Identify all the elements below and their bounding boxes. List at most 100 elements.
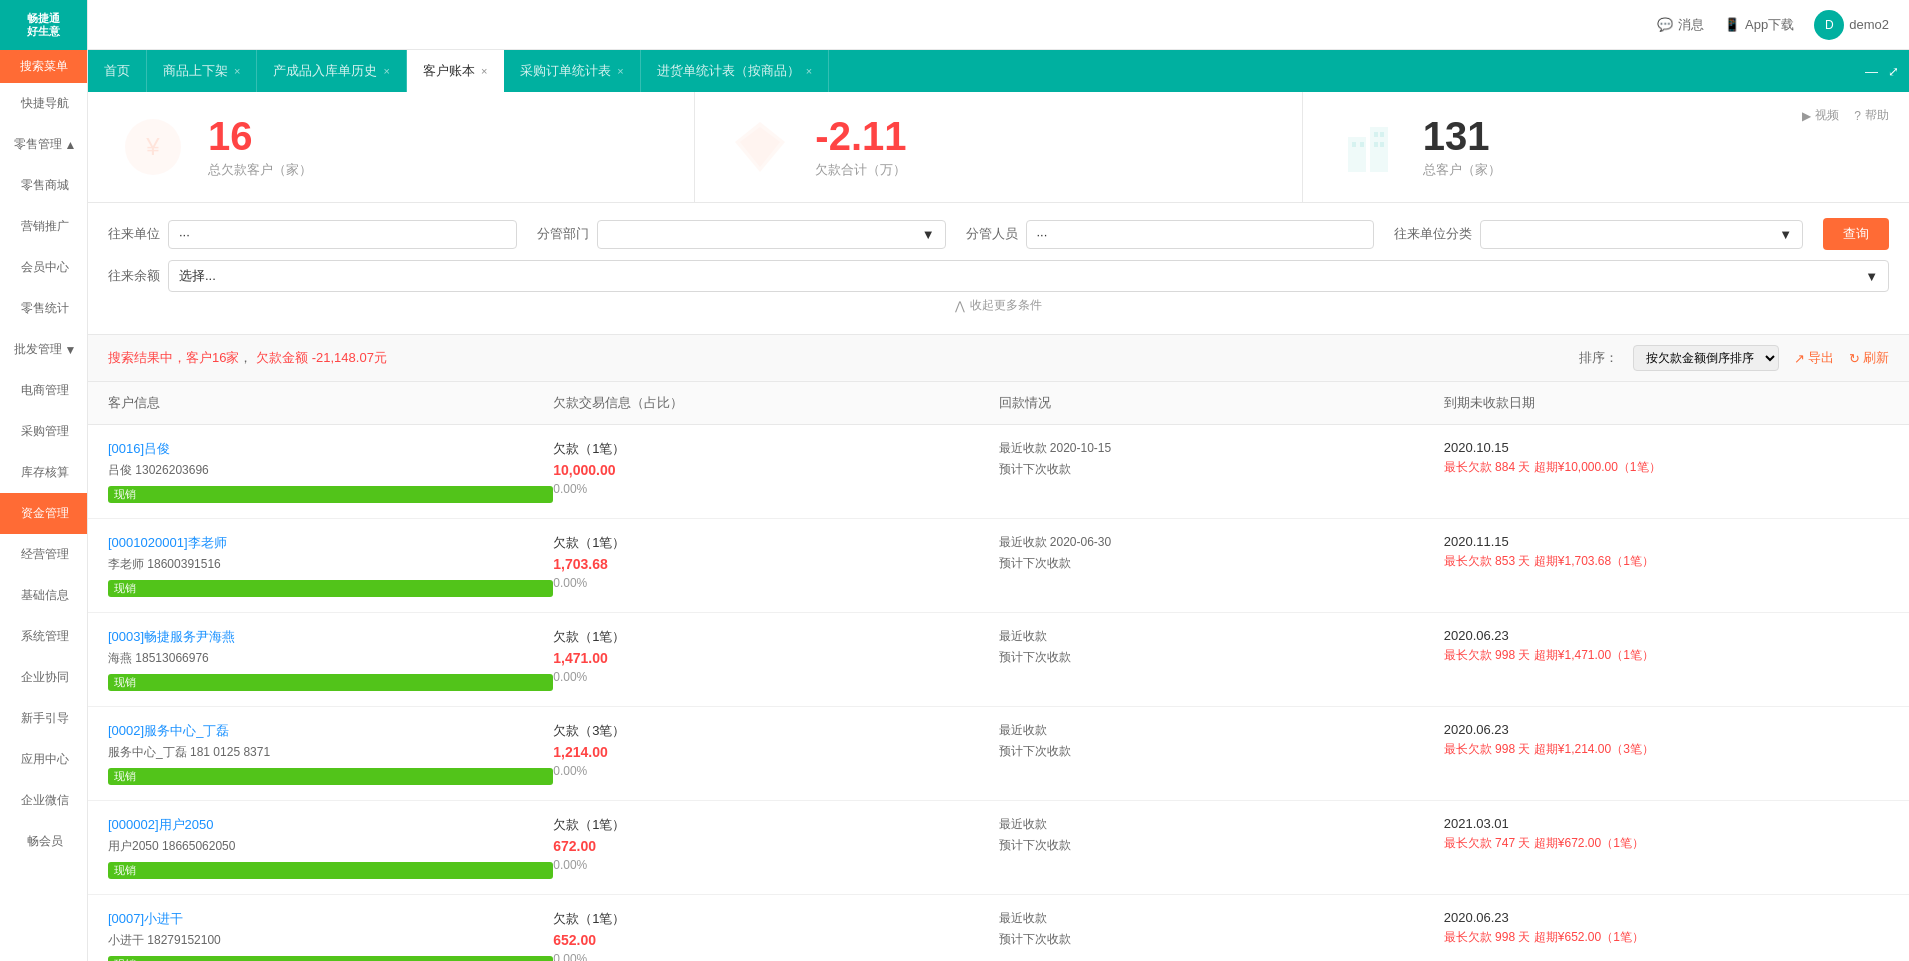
- sidebar-item-inventory[interactable]: 库存核算: [0, 452, 87, 493]
- results-actions: 排序： 按欠款金额倒序排序 ↗ 导出 ↻ 刷新: [1579, 345, 1889, 371]
- collection-last: 最近收款 2020-10-15: [999, 440, 1444, 457]
- sidebar-item-capital[interactable]: 资金管理: [0, 493, 87, 534]
- tab-products-online[interactable]: 商品上下架 ×: [147, 50, 257, 92]
- overdue-link[interactable]: 超期¥1,471.00（1笔）: [1534, 648, 1654, 662]
- collection-info-4: 最近收款 预计下次收款: [999, 816, 1444, 879]
- export-link[interactable]: ↗ 导出: [1794, 349, 1834, 367]
- sidebar-item-apps[interactable]: 应用中心: [0, 739, 87, 780]
- sidebar-item-newbie[interactable]: 新手引导: [0, 698, 87, 739]
- sidebar-item-wechat[interactable]: 企业微信: [0, 780, 87, 821]
- sidebar-item-ecommerce[interactable]: 电商管理: [0, 370, 87, 411]
- customer-name-link[interactable]: [0007]小进干: [108, 910, 553, 928]
- stat-label-debt-customers: 总欠款客户（家）: [208, 161, 312, 179]
- sidebar-item-retail-mall[interactable]: 零售商城: [0, 165, 87, 206]
- overdue-link[interactable]: 超期¥10,000.00（1笔）: [1534, 460, 1661, 474]
- customer-name-link[interactable]: [0002]服务中心_丁磊: [108, 722, 553, 740]
- stat-info-debt-customers: 16 总欠款客户（家）: [208, 116, 312, 179]
- chevron-down-icon: ▼: [65, 343, 77, 357]
- maximize-icon[interactable]: ⤢: [1888, 64, 1899, 79]
- customer-name-link[interactable]: [000002]用户2050: [108, 816, 553, 834]
- help-link[interactable]: ? 帮助: [1854, 107, 1889, 124]
- table-row: [0001020001]李老师 李老师 18600391516 现销 欠款（1笔…: [88, 519, 1909, 613]
- overdue-link[interactable]: 超期¥1,703.68（1笔）: [1534, 554, 1654, 568]
- tab-production-history[interactable]: 产成品入库单历史 ×: [257, 50, 406, 92]
- close-icon[interactable]: ×: [806, 65, 812, 77]
- tab-home[interactable]: 首页: [88, 50, 147, 92]
- sidebar-item-member[interactable]: 会员中心: [0, 247, 87, 288]
- stat-label-total-customers: 总客户（家）: [1423, 161, 1501, 179]
- tab-purchase-order[interactable]: 采购订单统计表 ×: [504, 50, 640, 92]
- category-label: 往来单位分类: [1394, 225, 1472, 243]
- filter-row-1: 往来单位 ··· 分管部门 ▼ 分管人员 ···: [108, 218, 1889, 250]
- debt-amount: 652.00: [553, 932, 998, 948]
- due-date: 2020.06.23: [1444, 628, 1889, 643]
- customer-name-link[interactable]: [0016]吕俊: [108, 440, 553, 458]
- sidebar: 畅捷通好生意 搜索菜单 快捷导航 零售管理 ▲ 零售商城 营销推广 会员中心 零…: [0, 0, 88, 961]
- overdue-link[interactable]: 超期¥672.00（1笔）: [1534, 836, 1644, 850]
- filter-category: 往来单位分类 ▼: [1394, 220, 1803, 249]
- app-download-action[interactable]: 📱 App下载: [1724, 16, 1794, 34]
- minimize-icon[interactable]: —: [1865, 64, 1878, 79]
- sidebar-item-label: 畅会员: [27, 834, 63, 848]
- export-label: 导出: [1808, 349, 1834, 367]
- sidebar-item-retail-stats[interactable]: 零售统计: [0, 288, 87, 329]
- person-input[interactable]: ···: [1026, 220, 1375, 249]
- due-overdue: 最长欠款 853 天 超期¥1,703.68（1笔）: [1444, 553, 1889, 570]
- overdue-link[interactable]: 超期¥652.00（1笔）: [1534, 930, 1644, 944]
- sidebar-item-basic-info[interactable]: 基础信息: [0, 575, 87, 616]
- user-menu[interactable]: D demo2: [1814, 10, 1889, 40]
- sidebar-item-retail-mgmt[interactable]: 零售管理 ▲: [0, 124, 87, 165]
- sidebar-item-quick-nav[interactable]: 快捷导航: [0, 83, 87, 124]
- close-icon[interactable]: ×: [617, 65, 623, 77]
- close-icon[interactable]: ×: [234, 65, 240, 77]
- sidebar-item-batch-mgmt[interactable]: 批发管理 ▼: [0, 329, 87, 370]
- sidebar-item-label: 采购管理: [21, 424, 69, 438]
- video-label: 视频: [1815, 107, 1839, 124]
- tab-label: 客户账本: [423, 62, 475, 80]
- customer-info-1: [0001020001]李老师 李老师 18600391516 现销: [108, 534, 553, 597]
- tab-customer-account[interactable]: 客户账本 ×: [407, 50, 504, 92]
- play-icon: ▶: [1802, 109, 1811, 123]
- debt-amount: 672.00: [553, 838, 998, 854]
- stat-card-total-customers: 131 总客户（家） ▶ 视频 ? 帮助: [1303, 92, 1909, 202]
- dept-select[interactable]: ▼: [597, 220, 946, 249]
- collapse-button[interactable]: ⋀ 收起更多条件: [108, 292, 1889, 319]
- due-overdue: 最长欠款 747 天 超期¥672.00（1笔）: [1444, 835, 1889, 852]
- debt-count: 欠款（1笔）: [553, 816, 998, 834]
- due-date: 2020.11.15: [1444, 534, 1889, 549]
- sidebar-item-label: 经营管理: [21, 547, 69, 561]
- debt-count: 欠款（1笔）: [553, 628, 998, 646]
- supplier-input[interactable]: ···: [168, 220, 517, 249]
- sidebar-item-label: 批发管理: [14, 341, 62, 358]
- refresh-link[interactable]: ↻ 刷新: [1849, 349, 1889, 367]
- category-select[interactable]: ▼: [1480, 220, 1803, 249]
- chevron-down-icon: ▼: [1865, 269, 1878, 284]
- collection-last: 最近收款: [999, 628, 1444, 645]
- tab-stock-summary[interactable]: 进货单统计表（按商品） ×: [641, 50, 829, 92]
- sidebar-item-marketing[interactable]: 营销推广: [0, 206, 87, 247]
- sort-select[interactable]: 按欠款金额倒序排序: [1633, 345, 1779, 371]
- close-icon[interactable]: ×: [481, 65, 487, 77]
- customer-name-link[interactable]: [0001020001]李老师: [108, 534, 553, 552]
- stat-label-debt-amount: 欠款合计（万）: [815, 161, 906, 179]
- sidebar-item-member2[interactable]: 畅会员: [0, 821, 87, 862]
- table-row: [0003]畅捷服务尹海燕 海燕 18513066976 现销 欠款（1笔） 1…: [88, 613, 1909, 707]
- close-icon[interactable]: ×: [383, 65, 389, 77]
- sidebar-item-system[interactable]: 系统管理: [0, 616, 87, 657]
- stat-info-total-customers: 131 总客户（家）: [1423, 116, 1501, 179]
- balance-select[interactable]: 选择... ▼: [168, 260, 1889, 292]
- sidebar-item-enterprise[interactable]: 企业协同: [0, 657, 87, 698]
- overdue-link[interactable]: 超期¥1,214.00（3笔）: [1534, 742, 1654, 756]
- stat-number-total-customers: 131: [1423, 116, 1501, 156]
- due-date: 2020.10.15: [1444, 440, 1889, 455]
- message-action[interactable]: 💬 消息: [1657, 16, 1704, 34]
- search-button[interactable]: 查询: [1823, 218, 1889, 250]
- search-menu[interactable]: 搜索菜单: [0, 50, 87, 83]
- collection-next: 预计下次收款: [999, 743, 1444, 760]
- customer-name-link[interactable]: [0003]畅捷服务尹海燕: [108, 628, 553, 646]
- sidebar-item-purchase[interactable]: 采购管理: [0, 411, 87, 452]
- sidebar-item-operations[interactable]: 经营管理: [0, 534, 87, 575]
- collapse-label: 收起更多条件: [970, 297, 1042, 314]
- video-link[interactable]: ▶ 视频: [1802, 107, 1839, 124]
- collection-last: 最近收款: [999, 910, 1444, 927]
